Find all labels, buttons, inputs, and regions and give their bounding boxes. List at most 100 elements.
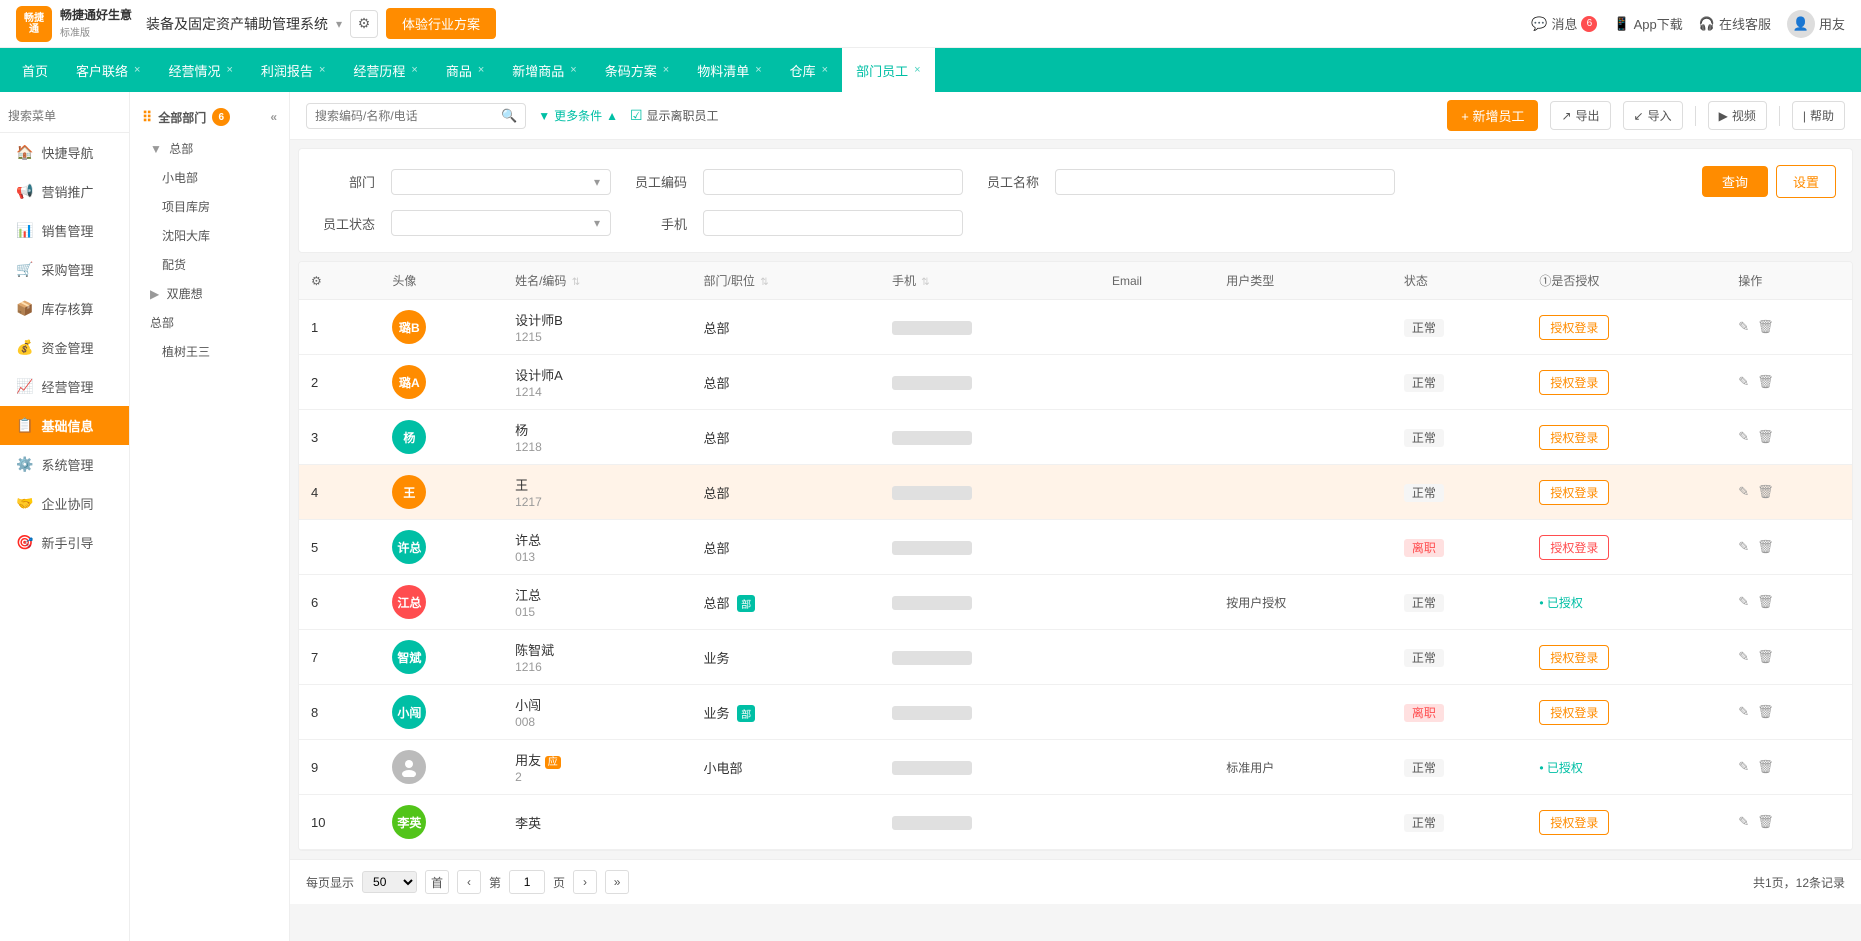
close-tab-icon[interactable]: × [134, 64, 140, 76]
phone-input[interactable] [703, 210, 963, 236]
next-page-button[interactable]: › [573, 870, 597, 894]
dept-collapse-button[interactable]: « [270, 110, 277, 124]
nav-tab-客户联络[interactable]: 客户联络× [62, 48, 154, 92]
show-resigned-toggle[interactable]: ☑ 显示离职员工 [630, 107, 719, 124]
edit-button[interactable]: ✎ [1738, 429, 1749, 444]
emp-code-input[interactable] [703, 169, 963, 195]
edit-button[interactable]: ✎ [1738, 594, 1749, 609]
sidebar-item-销售管理[interactable]: 📊销售管理 [0, 211, 129, 250]
sidebar-item-资金管理[interactable]: 💰资金管理 [0, 328, 129, 367]
online-service-button[interactable]: 🎧 在线客服 [1699, 14, 1771, 33]
last-page-button[interactable]: » [605, 870, 629, 894]
per-page-select[interactable]: 50 100 200 [362, 871, 417, 893]
nav-tab-仓库[interactable]: 仓库× [776, 48, 842, 92]
nav-tab-条码方案[interactable]: 条码方案× [591, 48, 683, 92]
dept-tree-item[interactable]: 沈阳大库 [130, 221, 289, 250]
gear-button[interactable]: ⚙ [350, 10, 378, 38]
sidebar-item-营销推广[interactable]: 📢营销推广 [0, 172, 129, 211]
delete-button[interactable]: 🗑 [1757, 759, 1774, 774]
close-tab-icon[interactable]: × [663, 64, 669, 76]
delete-button[interactable]: 🗑 [1757, 319, 1774, 334]
edit-button[interactable]: ✎ [1738, 704, 1749, 719]
delete-button[interactable]: 🗑 [1757, 649, 1774, 664]
prev-page-button[interactable]: ‹ [457, 870, 481, 894]
delete-button[interactable]: 🗑 [1757, 814, 1774, 829]
close-tab-icon[interactable]: × [914, 64, 920, 76]
dept-tree-item[interactable]: 小电部 [130, 163, 289, 192]
sidebar-item-采购管理[interactable]: 🛒采购管理 [0, 250, 129, 289]
close-tab-icon[interactable]: × [570, 64, 576, 76]
emp-name-input[interactable] [1055, 169, 1395, 195]
nav-tab-商品[interactable]: 商品× [432, 48, 498, 92]
edit-button[interactable]: ✎ [1738, 484, 1749, 499]
help-button[interactable]: | 帮助 [1792, 101, 1845, 130]
first-page-button[interactable]: 首 [425, 870, 449, 894]
dept-tree-item[interactable]: ▶ 双鹿想 [130, 279, 289, 308]
nav-tab-利润报告[interactable]: 利润报告× [247, 48, 339, 92]
nav-tab-经营历程[interactable]: 经营历程× [339, 48, 431, 92]
page-input[interactable] [509, 870, 545, 894]
dept-tree-item[interactable]: 植树王三 [130, 337, 289, 366]
status-select[interactable]: ▾ [391, 210, 611, 236]
dept-tree-item[interactable]: 配货 [130, 250, 289, 279]
th-name[interactable]: 姓名/编码 ⇅ [503, 262, 691, 300]
new-employee-button[interactable]: + 新增员工 [1447, 100, 1538, 131]
edit-button[interactable]: ✎ [1738, 374, 1749, 389]
grant-button-red[interactable]: 授权登录 [1539, 535, 1609, 560]
delete-button[interactable]: 🗑 [1757, 539, 1774, 554]
sidebar-item-系统管理[interactable]: ⚙️系统管理 [0, 445, 129, 484]
export-button[interactable]: ↗ 导出 [1550, 101, 1610, 130]
sidebar-item-基础信息[interactable]: 📋基础信息 [0, 406, 129, 445]
user-menu[interactable]: 👤 用友 [1787, 10, 1845, 38]
dept-select[interactable]: ▾ [391, 169, 611, 195]
search-input[interactable] [315, 109, 495, 123]
close-tab-icon[interactable]: × [319, 64, 325, 76]
video-button[interactable]: ▶ 视频 [1708, 101, 1767, 130]
edit-button[interactable]: ✎ [1738, 319, 1749, 334]
delete-button[interactable]: 🗑 [1757, 704, 1774, 719]
grant-button[interactable]: 授权登录 [1539, 645, 1609, 670]
sidebar-item-新手引导[interactable]: 🎯新手引导 [0, 523, 129, 562]
close-tab-icon[interactable]: × [226, 64, 232, 76]
close-tab-icon[interactable]: × [755, 64, 761, 76]
message-button[interactable]: 💬 消息 6 [1531, 14, 1597, 33]
dept-tree-item[interactable]: 总部 [130, 308, 289, 337]
chevron-down-icon[interactable]: ▾ [336, 17, 342, 31]
nav-tab-经营情况[interactable]: 经营情况× [154, 48, 246, 92]
nav-tab-部门员工[interactable]: 部门员工× [842, 48, 934, 92]
edit-button[interactable]: ✎ [1738, 649, 1749, 664]
import-button[interactable]: ↙ 导入 [1623, 101, 1683, 130]
grant-button[interactable]: 授权登录 [1539, 425, 1609, 450]
sidebar-search-input[interactable] [8, 109, 130, 123]
grant-button[interactable]: 授权登录 [1539, 370, 1609, 395]
th-settings[interactable]: ⚙ [299, 262, 380, 300]
delete-button[interactable]: 🗑 [1757, 374, 1774, 389]
app-download-button[interactable]: 📱 App下载 [1613, 14, 1682, 33]
delete-button[interactable]: 🗑 [1757, 594, 1774, 609]
sidebar-item-企业协同[interactable]: 🤝企业协同 [0, 484, 129, 523]
dept-tree-item[interactable]: 项目库房 [130, 192, 289, 221]
nav-tab-首页[interactable]: 首页 [8, 48, 62, 92]
delete-button[interactable]: 🗑 [1757, 429, 1774, 444]
th-dept[interactable]: 部门/职位 ⇅ [692, 262, 880, 300]
grant-button[interactable]: 授权登录 [1539, 315, 1609, 340]
edit-button[interactable]: ✎ [1738, 814, 1749, 829]
sidebar-item-快捷导航[interactable]: 🏠快捷导航 [0, 133, 129, 172]
settings-button[interactable]: 设置 [1776, 165, 1836, 198]
th-phone[interactable]: 手机 ⇅ [880, 262, 1100, 300]
grant-button[interactable]: 授权登录 [1539, 480, 1609, 505]
nav-tab-物料清单[interactable]: 物料清单× [683, 48, 775, 92]
grant-button[interactable]: 授权登录 [1539, 810, 1609, 835]
trial-button[interactable]: 体验行业方案 [386, 8, 496, 39]
close-tab-icon[interactable]: × [822, 64, 828, 76]
grant-button[interactable]: 授权登录 [1539, 700, 1609, 725]
query-button[interactable]: 查询 [1702, 166, 1768, 197]
close-tab-icon[interactable]: × [411, 64, 417, 76]
sidebar-item-库存核算[interactable]: 📦库存核算 [0, 289, 129, 328]
edit-button[interactable]: ✎ [1738, 539, 1749, 554]
nav-tab-新增商品[interactable]: 新增商品× [498, 48, 590, 92]
edit-button[interactable]: ✎ [1738, 759, 1749, 774]
dept-tree-item[interactable]: ▼ 总部 [130, 134, 289, 163]
filter-more-button[interactable]: ▼ 更多条件 ▲ [538, 107, 618, 124]
delete-button[interactable]: 🗑 [1757, 484, 1774, 499]
